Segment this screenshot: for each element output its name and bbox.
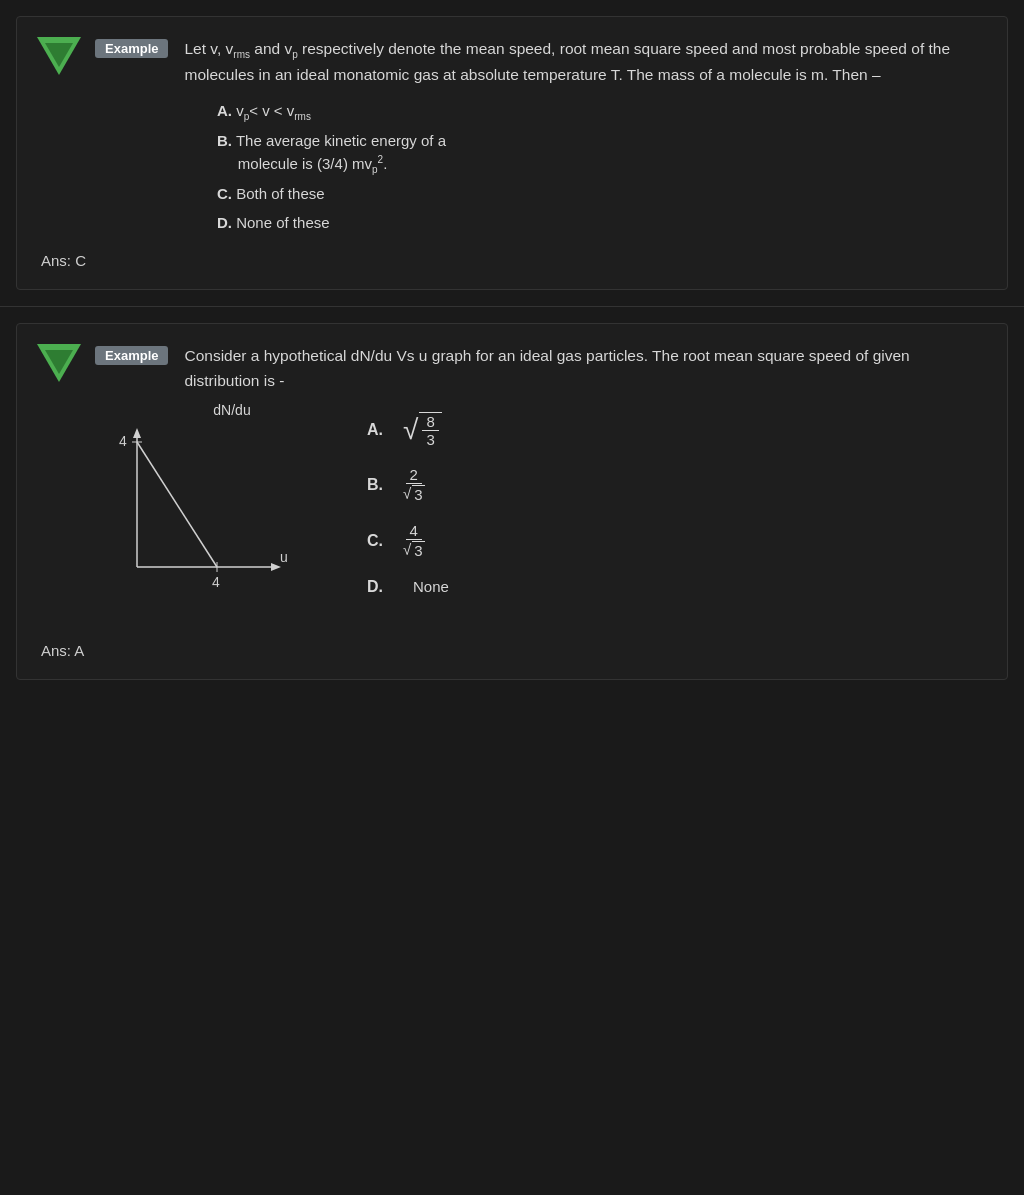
- option-2a-value: √ 8 3: [403, 412, 442, 448]
- options-list-1: A. vp< v < vrms B. The average kinetic e…: [217, 100, 983, 235]
- question-text-1: Let v, vrms and vp respectively denote t…: [184, 37, 983, 88]
- option-2b-label: B.: [367, 476, 389, 494]
- option-2c-label: C.: [367, 532, 389, 550]
- option-1b: B. The average kinetic energy of a molec…: [217, 130, 983, 178]
- avatar-1: [37, 37, 81, 81]
- options-list-2: A. √ 8 3 B.: [367, 402, 449, 596]
- svg-line-4: [137, 442, 217, 567]
- option-2d-value: None: [413, 578, 449, 595]
- example-card-1: Example Let v, vrms and vp respectively …: [16, 16, 1008, 290]
- graph-y-label: dN/du: [137, 402, 327, 418]
- option-2c-value: 4 √3: [403, 522, 425, 560]
- option-2d: D. None: [367, 578, 449, 596]
- avatar-2: [37, 344, 81, 388]
- svg-marker-2: [133, 428, 141, 438]
- card2-question-row: Example Consider a hypothetical dN/du Vs…: [37, 344, 983, 394]
- distribution-graph: 4 4 u: [97, 422, 297, 602]
- option-2b-value: 2 √3: [403, 466, 425, 504]
- example-card-2: Example Consider a hypothetical dN/du Vs…: [16, 323, 1008, 680]
- option-1d: D. None of these: [217, 212, 983, 235]
- option-2d-label: D.: [367, 578, 389, 596]
- card-divider: [0, 306, 1024, 307]
- card1-header: Example Let v, vrms and vp respectively …: [37, 37, 983, 88]
- example-badge-1: Example: [95, 39, 168, 58]
- option-2a: A. √ 8 3: [367, 412, 449, 448]
- answer-1: Ans: C: [37, 252, 983, 269]
- graph-container: dN/du 4 4 u: [97, 402, 327, 602]
- option-1c: C. Both of these: [217, 183, 983, 206]
- option-2a-label: A.: [367, 421, 389, 439]
- avatar-triangle-inner-2: [45, 350, 73, 374]
- svg-text:4: 4: [119, 433, 127, 449]
- option-2b: B. 2 √3: [367, 466, 449, 504]
- option-1a: A. vp< v < vrms: [217, 100, 983, 124]
- avatar-triangle-inner: [45, 43, 73, 67]
- example-badge-2: Example: [95, 346, 168, 365]
- svg-text:u: u: [280, 549, 288, 565]
- graph-options-row: dN/du 4 4 u: [97, 402, 983, 602]
- question-text-2: Consider a hypothetical dN/du Vs u graph…: [184, 344, 983, 394]
- answer-2: Ans: A: [37, 642, 983, 659]
- svg-text:4: 4: [212, 574, 220, 590]
- option-2c: C. 4 √3: [367, 522, 449, 560]
